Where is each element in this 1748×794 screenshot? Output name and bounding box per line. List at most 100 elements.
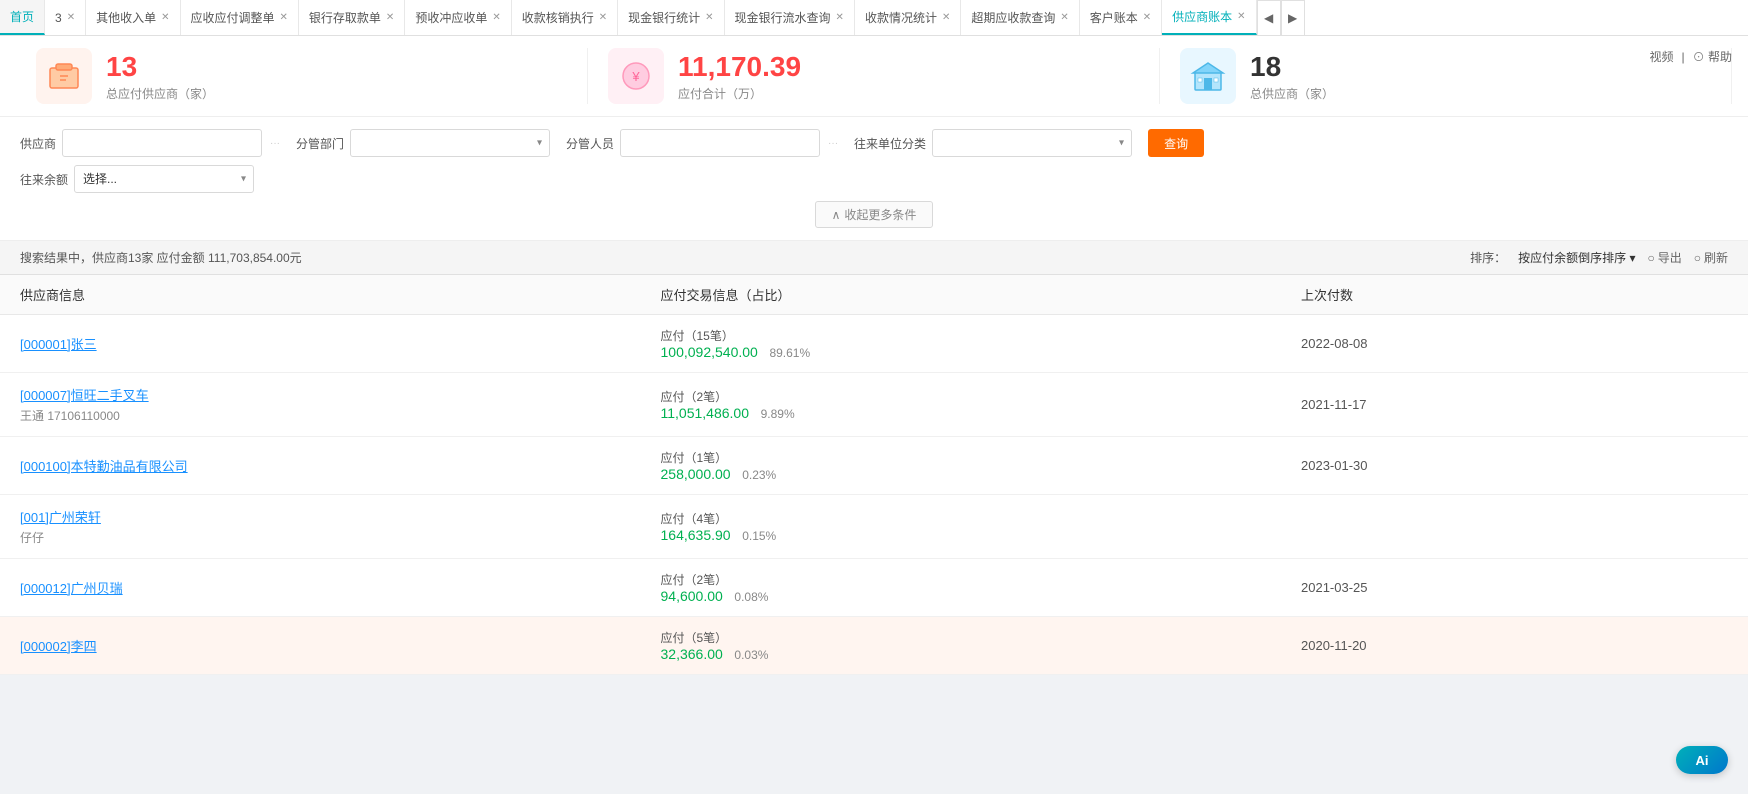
payable-amount[interactable]: 100,092,540.00: [661, 344, 758, 360]
refresh-icon: ○: [1694, 251, 1701, 265]
payable-amount[interactable]: 94,600.00: [661, 588, 723, 604]
close-tab-collection-stat[interactable]: ✕: [942, 12, 950, 23]
category-select[interactable]: [932, 129, 1132, 157]
stat-label-total-suppliers: 总供应商（家）: [1250, 85, 1334, 102]
filter-label-person: 分管人员: [566, 135, 614, 152]
filter-row-1: 供应商 ··· 分管部门 分管人员 ··· 往来单位分类 查询: [20, 129, 1728, 157]
person-input[interactable]: [620, 129, 820, 157]
table-body: [000001]张三 应付（15笔） 100,092,540.00 89.61%…: [0, 315, 1748, 675]
payable-amount[interactable]: 164,635.90: [661, 527, 731, 543]
nav-tab-cash-bank-stat[interactable]: 现金银行统计 ✕: [618, 0, 724, 35]
stat-content-payable-suppliers: 13 总应付供应商（家）: [106, 50, 214, 103]
table-header: 供应商信息 应付交易信息（占比） 上次付数: [0, 275, 1748, 315]
supplier-input[interactable]: [62, 129, 262, 157]
sort-selector[interactable]: 按应付余额倒序排序 ▾: [1518, 249, 1635, 266]
nav-tab-collection-stat[interactable]: 收款情况统计 ✕: [855, 0, 961, 35]
close-tab-customer-ledger[interactable]: ✕: [1143, 12, 1151, 23]
category-select-wrapper: [932, 129, 1132, 157]
ai-badge[interactable]: Ai: [1676, 746, 1728, 774]
last-pay-date: 2021-11-17: [1301, 397, 1728, 412]
last-pay-date: 2022-08-08: [1301, 336, 1728, 351]
payable-label: 应付（2笔）: [661, 571, 1302, 588]
close-tab-collection[interactable]: ✕: [599, 12, 607, 23]
stat-label-payable-total: 应付合计（万）: [678, 85, 801, 102]
result-bar: 搜索结果中，供应商13家 应付金额 111,703,854.00元 排序： 按应…: [0, 241, 1748, 275]
stat-block-payable-suppliers: 13 总应付供应商（家）: [16, 48, 588, 104]
supplier-link[interactable]: [000100]本特勤油品有限公司: [20, 459, 188, 474]
collapse-button[interactable]: ∧ 收起更多条件: [815, 201, 934, 228]
stats-bar: 13 总应付供应商（家） ¥ 11,170.39 应付合计（万） 1: [0, 36, 1748, 117]
refresh-button[interactable]: ○ 刷新: [1694, 249, 1728, 266]
payable-info-cell: 应付（1笔） 258,000.00 0.23%: [661, 449, 1302, 482]
nav-tab-overdue-ar[interactable]: 超期应收款查询 ✕: [961, 0, 1079, 35]
supplier-link[interactable]: [000002]李四: [20, 639, 97, 654]
nav-tab-bank-deposit[interactable]: 银行存取款单 ✕: [299, 0, 405, 35]
stat-block-payable-total: ¥ 11,170.39 应付合计（万）: [588, 48, 1160, 104]
close-tab-3[interactable]: ✕: [67, 12, 75, 23]
nav-prev-button[interactable]: ◀: [1257, 0, 1281, 36]
stat-num-total-suppliers: 18: [1250, 50, 1334, 84]
close-tab-cash-bank-stat[interactable]: ✕: [705, 12, 713, 23]
dept-select[interactable]: [350, 129, 550, 157]
last-pay-date: 2020-11-20: [1301, 638, 1728, 653]
close-tab-supplier-ledger[interactable]: ✕: [1237, 11, 1245, 22]
nav-tab-3[interactable]: 3 ✕: [45, 0, 86, 35]
payable-label: 应付（15笔）: [661, 327, 1302, 344]
nav-tab-other-income[interactable]: 其他收入单 ✕: [86, 0, 180, 35]
supplier-info-cell: [000001]张三: [20, 334, 661, 353]
supplier-dots-icon: ···: [270, 138, 280, 149]
payable-info-cell: 应付（5笔） 32,366.00 0.03%: [661, 629, 1302, 662]
payable-info-cell: 应付（4笔） 164,635.90 0.15%: [661, 510, 1302, 543]
video-link[interactable]: 视频: [1649, 48, 1673, 65]
close-tab-other-income[interactable]: ✕: [161, 12, 169, 23]
close-tab-cash-bank-flow[interactable]: ✕: [836, 12, 844, 23]
stat-label-payable-suppliers: 总应付供应商（家）: [106, 85, 214, 102]
person-dots-icon: ···: [828, 138, 838, 149]
nav-tab-prepay-ar[interactable]: 预收冲应收单 ✕: [405, 0, 511, 35]
nav-tab-home[interactable]: 首页: [0, 0, 45, 35]
balance-select[interactable]: 选择...: [74, 165, 254, 193]
supplier-link[interactable]: [000001]张三: [20, 337, 97, 352]
nav-tab-cash-bank-flow[interactable]: 现金银行流水查询 ✕: [725, 0, 855, 35]
payable-percent: 0.03%: [734, 648, 768, 662]
nav-tab-supplier-ledger[interactable]: 供应商账本 ✕: [1162, 0, 1256, 35]
close-tab-bank-deposit[interactable]: ✕: [386, 12, 394, 23]
payable-percent: 0.08%: [734, 590, 768, 604]
right-actions: 排序： 按应付余额倒序排序 ▾ ○ 导出 ○ 刷新: [1470, 249, 1728, 266]
close-tab-ar-ap-adjust[interactable]: ✕: [280, 12, 288, 23]
payable-info-cell: 应付（15笔） 100,092,540.00 89.61%: [661, 327, 1302, 360]
payable-amount[interactable]: 32,366.00: [661, 646, 723, 662]
stat-content-total-suppliers: 18 总供应商（家）: [1250, 50, 1334, 103]
filter-label-category: 往来单位分类: [854, 135, 926, 152]
close-tab-overdue-ar[interactable]: ✕: [1060, 12, 1068, 23]
payable-amount[interactable]: 258,000.00: [661, 466, 731, 482]
close-tab-prepay-ar[interactable]: ✕: [492, 12, 500, 23]
supplier-link[interactable]: [000007]恒旺二手叉车: [20, 388, 149, 403]
col-header-last-pay: 上次付数: [1301, 285, 1728, 304]
supplier-info-cell: [000012]广州贝瑞: [20, 578, 661, 597]
filter-item-supplier: 供应商 ···: [20, 129, 280, 157]
filter-label-supplier: 供应商: [20, 135, 56, 152]
nav-tab-collection[interactable]: 收款核销执行 ✕: [512, 0, 618, 35]
supplier-info-cell: [001]广州荣轩 仔仔: [20, 507, 661, 546]
payable-label: 应付（1笔）: [661, 449, 1302, 466]
supplier-info-cell: [000100]本特勤油品有限公司: [20, 456, 661, 475]
table-row: [001]广州荣轩 仔仔 应付（4笔） 164,635.90 0.15%: [0, 495, 1748, 559]
nav-tab-ar-ap-adjust[interactable]: 应收应付调整单 ✕: [181, 0, 299, 35]
nav-next-button[interactable]: ▶: [1281, 0, 1305, 36]
export-button[interactable]: ○ 导出: [1647, 249, 1681, 266]
nav-tab-customer-ledger[interactable]: 客户账本 ✕: [1080, 0, 1162, 35]
payable-info-cell: 应付（2笔） 94,600.00 0.08%: [661, 571, 1302, 604]
stat-block-total-suppliers: 18 总供应商（家）: [1160, 48, 1732, 104]
payable-amount[interactable]: 11,051,486.00: [661, 405, 750, 421]
last-pay-date: 2021-03-25: [1301, 580, 1728, 595]
supplier-info-cell: [000002]李四: [20, 636, 661, 655]
supplier-link[interactable]: [000012]广州贝瑞: [20, 581, 123, 596]
stat-num-payable-suppliers: 13: [106, 50, 214, 84]
help-link[interactable]: ⊙ 帮助: [1693, 48, 1732, 65]
table-row: [000100]本特勤油品有限公司 应付（1笔） 258,000.00 0.23…: [0, 437, 1748, 495]
filter-item-dept: 分管部门: [296, 129, 550, 157]
supplier-link[interactable]: [001]广州荣轩: [20, 510, 101, 525]
query-button[interactable]: 查询: [1148, 129, 1204, 157]
payable-percent: 89.61%: [769, 346, 810, 360]
